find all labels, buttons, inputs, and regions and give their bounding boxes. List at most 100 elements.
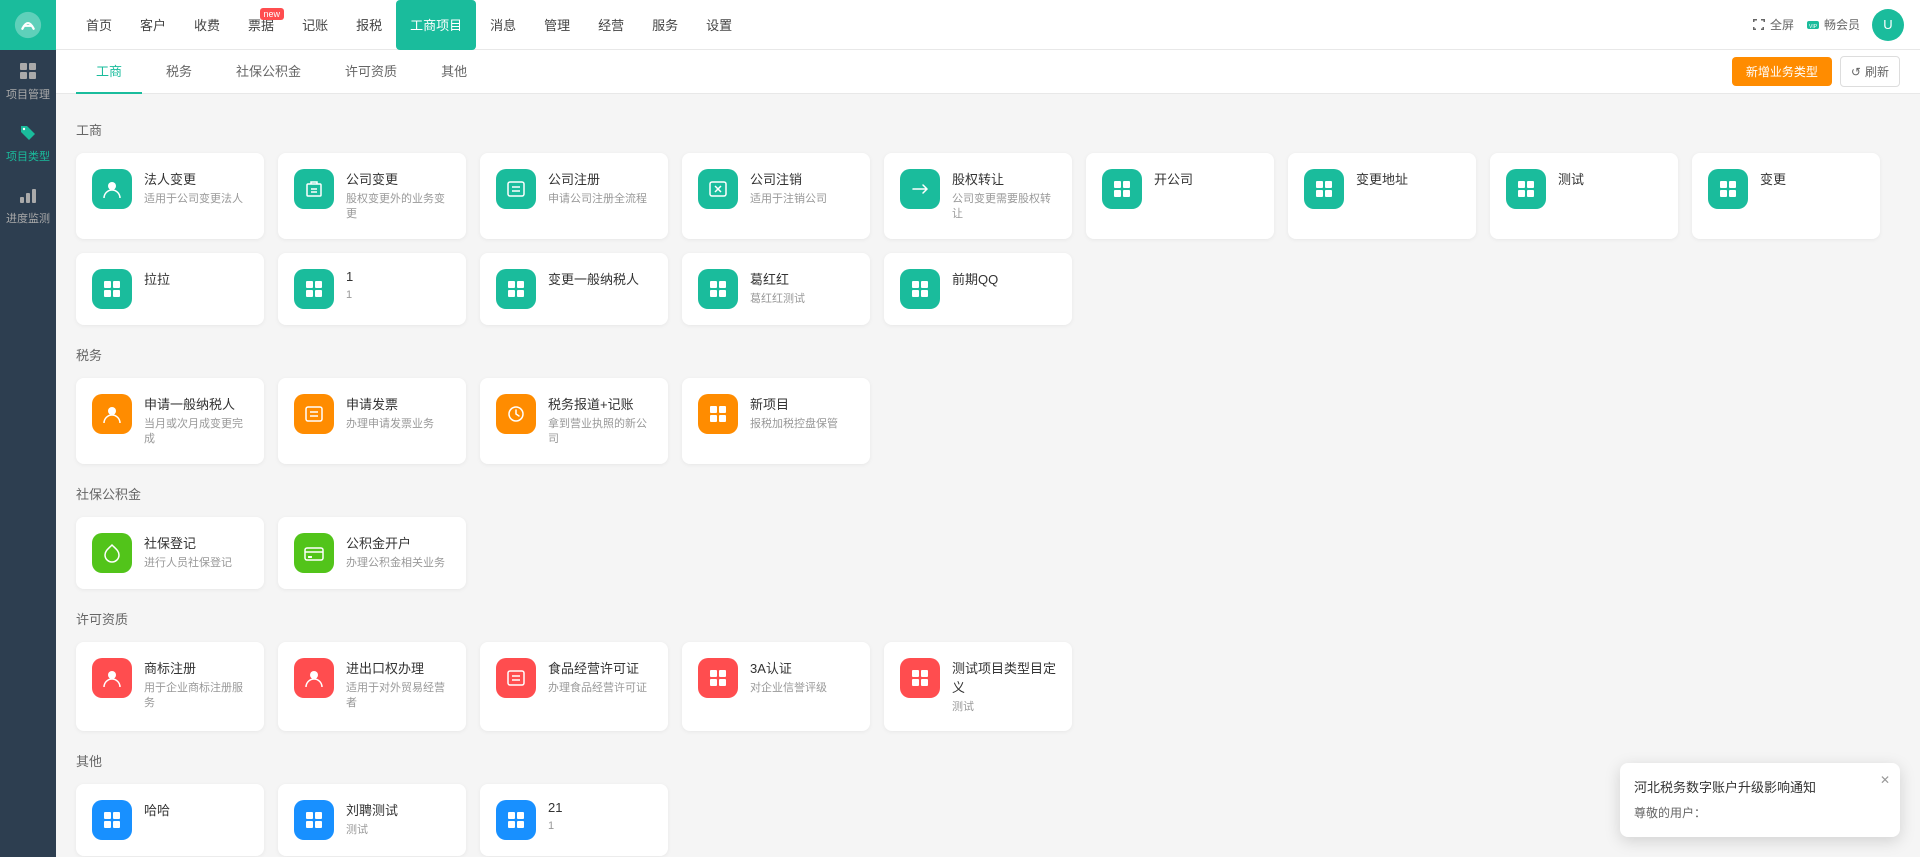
card-fund-open[interactable]: 公积金开户 办理公积金相关业务 <box>278 517 466 589</box>
card-desc: 适用于公司变更法人 <box>144 192 248 207</box>
card-title: 食品经营许可证 <box>548 658 652 677</box>
card-title: 公司注册 <box>548 169 652 188</box>
tab-other[interactable]: 其他 <box>421 50 487 94</box>
card-title: 拉拉 <box>144 269 248 288</box>
nav-home[interactable]: 首页 <box>72 0 126 50</box>
fullscreen-icon <box>1752 18 1766 32</box>
card-title: 刘聘测试 <box>346 800 450 819</box>
nav-settings[interactable]: 设置 <box>692 0 746 50</box>
nav-operation[interactable]: 经营 <box>584 0 638 50</box>
card-title: 测试 <box>1558 169 1662 188</box>
card-desc: 办理公积金相关业务 <box>346 556 450 571</box>
card-title: 开公司 <box>1154 169 1258 188</box>
tabs-right: 新增业务类型 ↺ 刷新 <box>1732 56 1900 87</box>
card-change-tax[interactable]: 变更一般纳税人 <box>480 253 668 325</box>
card-desc: 对企业信誉评级 <box>750 681 854 696</box>
notification-close-btn[interactable]: ✕ <box>1880 773 1890 787</box>
card-title: 变更一般纳税人 <box>548 269 652 288</box>
section-title-tax: 税务 <box>76 345 1900 364</box>
card-tax-report-accounting[interactable]: 税务报道+记账 拿到营业执照的新公司 <box>480 378 668 464</box>
sidebar-item-progress-monitor[interactable]: 进度监测 <box>0 174 56 236</box>
card-icon <box>92 658 132 698</box>
card-social-register[interactable]: 社保登记 进行人员社保登记 <box>76 517 264 589</box>
fullscreen-btn[interactable]: 全屏 <box>1752 16 1794 33</box>
tab-license[interactable]: 许可资质 <box>325 50 417 94</box>
cards-grid-industrial: 法人变更 适用于公司变更法人 公司变更 股权变更外的业务变更 <box>76 153 1900 325</box>
sidebar-item-label: 项目管理 <box>6 86 50 102</box>
card-haha[interactable]: 哈哈 <box>76 784 264 856</box>
cards-grid-tax: 申请一般纳税人 当月或次月成变更完成 申请发票 办理申请发票业务 <box>76 378 1900 464</box>
card-company-change[interactable]: 公司变更 股权变更外的业务变更 <box>278 153 466 239</box>
cards-grid-license: 商标注册 用于企业商标注册服务 进出口权办理 适用于对外贸易经营者 <box>76 642 1900 731</box>
sidebar-item-project-type[interactable]: 项目类型 <box>0 112 56 174</box>
sidebar-logo[interactable] <box>0 0 56 50</box>
vip-btn[interactable]: VIP 畅会员 <box>1806 16 1860 33</box>
nav-service[interactable]: 服务 <box>638 0 692 50</box>
card-icon <box>496 169 536 209</box>
card-icon <box>496 269 536 309</box>
card-change-address[interactable]: 变更地址 <box>1288 153 1476 239</box>
tab-social[interactable]: 社保公积金 <box>216 50 321 94</box>
card-apply-invoice[interactable]: 申请发票 办理申请发票业务 <box>278 378 466 464</box>
card-gehonghong[interactable]: 葛红红 葛红红测试 <box>682 253 870 325</box>
card-company-register[interactable]: 公司注册 申请公司注册全流程 <box>480 153 668 239</box>
tab-tax[interactable]: 税务 <box>146 50 212 94</box>
card-company-cancel[interactable]: 公司注销 适用于注销公司 <box>682 153 870 239</box>
nav-message[interactable]: 消息 <box>476 0 530 50</box>
sidebar-item-project-management[interactable]: 项目管理 <box>0 50 56 112</box>
card-test-project-type[interactable]: 测试项目类型目定义 测试 <box>884 642 1072 731</box>
card-icon <box>294 658 334 698</box>
card-icon <box>1102 169 1142 209</box>
nav-industrial[interactable]: 工商项目 <box>396 0 476 50</box>
nav-ticket[interactable]: 票据 new <box>234 0 288 50</box>
card-icon <box>900 658 940 698</box>
card-desc: 报税加税控盘保管 <box>750 417 854 432</box>
card-test[interactable]: 测试 <box>1490 153 1678 239</box>
card-equity-transfer[interactable]: 股权转让 公司变更需要股权转让 <box>884 153 1072 239</box>
card-icon <box>92 533 132 573</box>
new-badge: new <box>260 8 285 20</box>
card-change[interactable]: 变更 <box>1692 153 1880 239</box>
top-navigation: 首页 客户 收费 票据 new 记账 报税 工商项目 消息 管理 经营 <box>56 0 1920 50</box>
refresh-button[interactable]: ↺ 刷新 <box>1840 56 1900 87</box>
topnav-right: 全屏 VIP 畅会员 U <box>1752 9 1904 41</box>
card-title: 葛红红 <box>750 269 854 288</box>
card-desc: 股权变更外的业务变更 <box>346 192 450 223</box>
new-type-button[interactable]: 新增业务类型 <box>1732 57 1832 86</box>
user-avatar[interactable]: U <box>1872 9 1904 41</box>
card-icon <box>92 800 132 840</box>
card-num21[interactable]: 21 1 <box>480 784 668 856</box>
card-apply-general-tax[interactable]: 申请一般纳税人 当月或次月成变更完成 <box>76 378 264 464</box>
card-title: 社保登记 <box>144 533 248 552</box>
card-desc: 办理食品经营许可证 <box>548 681 652 696</box>
card-icon <box>698 658 738 698</box>
card-title: 变更 <box>1760 169 1864 188</box>
chart-icon <box>17 184 39 206</box>
card-icon-legal-change <box>92 169 132 209</box>
card-food-license[interactable]: 食品经营许可证 办理食品经营许可证 <box>480 642 668 731</box>
nav-tax[interactable]: 报税 <box>342 0 396 50</box>
card-lala[interactable]: 拉拉 <box>76 253 264 325</box>
card-liupingtest[interactable]: 刘聘测试 测试 <box>278 784 466 856</box>
nav-billing[interactable]: 收费 <box>180 0 234 50</box>
card-new-project[interactable]: 新项目 报税加税控盘保管 <box>682 378 870 464</box>
card-frontqq[interactable]: 前期QQ <box>884 253 1072 325</box>
card-desc: 测试 <box>952 700 1056 715</box>
tab-industrial[interactable]: 工商 <box>76 50 142 94</box>
vip-icon: VIP <box>1806 18 1820 32</box>
card-icon <box>1506 169 1546 209</box>
scroll-area[interactable]: 工商 法人变更 适用于公司变更法人 <box>56 94 1920 857</box>
nav-customer[interactable]: 客户 <box>126 0 180 50</box>
card-import-export[interactable]: 进出口权办理 适用于对外贸易经营者 <box>278 642 466 731</box>
card-3a-cert[interactable]: 3A认证 对企业信誉评级 <box>682 642 870 731</box>
nav-accounting[interactable]: 记账 <box>288 0 342 50</box>
nav-management[interactable]: 管理 <box>530 0 584 50</box>
card-desc: 进行人员社保登记 <box>144 556 248 571</box>
card-icon <box>698 169 738 209</box>
card-trademark[interactable]: 商标注册 用于企业商标注册服务 <box>76 642 264 731</box>
card-num1[interactable]: 1 1 <box>278 253 466 325</box>
card-icon <box>698 394 738 434</box>
card-open-company[interactable]: 开公司 <box>1086 153 1274 239</box>
card-legal-change[interactable]: 法人变更 适用于公司变更法人 <box>76 153 264 239</box>
card-title: 变更地址 <box>1356 169 1460 188</box>
